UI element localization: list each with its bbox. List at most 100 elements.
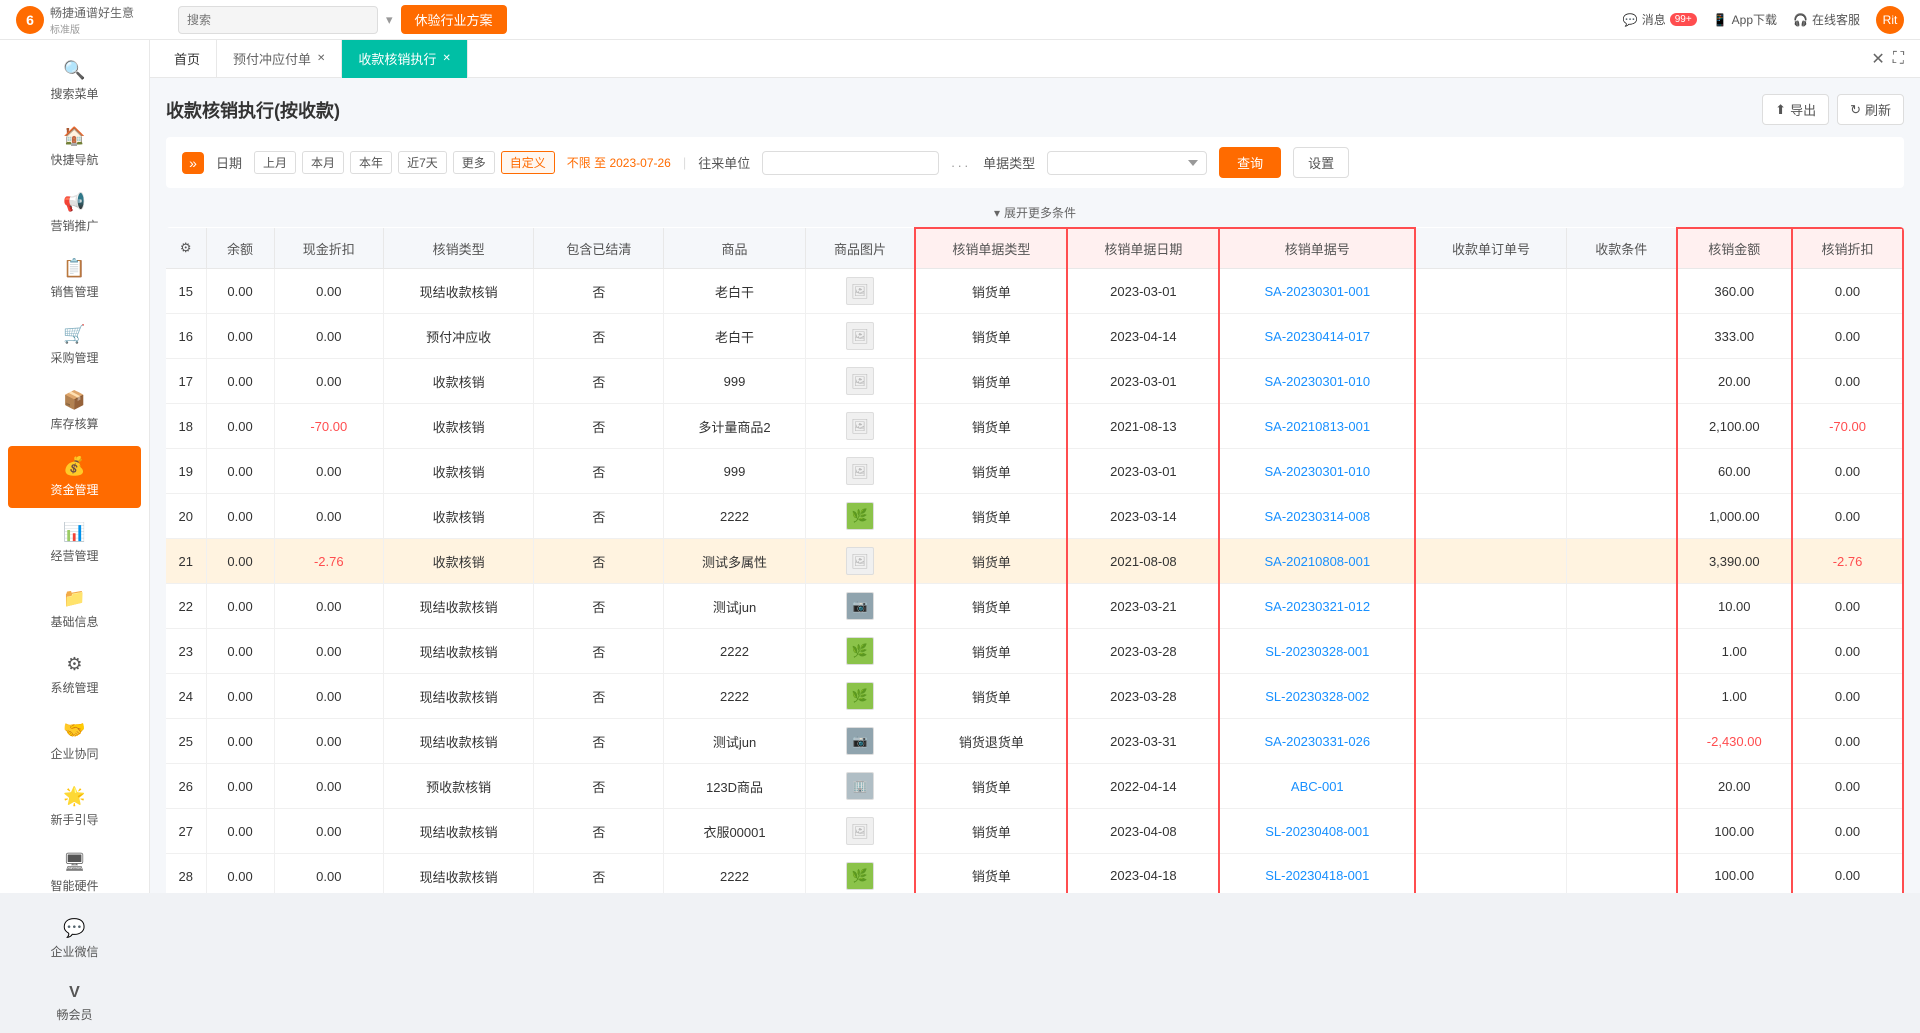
export-btn[interactable]: ⬆ 导出	[1762, 94, 1829, 125]
voucher-no-link[interactable]: SA-20230301-001	[1265, 284, 1371, 299]
refresh-btn[interactable]: ↻ 刷新	[1837, 94, 1904, 125]
voucher-no-link[interactable]: SA-20230301-010	[1265, 464, 1371, 479]
user-avatar[interactable]: Rit	[1876, 6, 1904, 34]
ellipsis: ...	[951, 155, 971, 170]
voucher-type-select[interactable]	[1047, 151, 1207, 175]
voucher-no-link[interactable]: SA-20210808-001	[1265, 554, 1371, 569]
sidebar-item-member[interactable]: V 畅会员	[8, 974, 141, 1033]
sidebar-item-wechat[interactable]: 💬 企业微信	[8, 908, 141, 970]
voucher-no-link[interactable]: SA-20230314-008	[1265, 509, 1371, 524]
message-icon: 💬	[1623, 13, 1638, 27]
topbar-center: ▾ 休验行业方案	[178, 5, 1611, 34]
row-no: 18	[166, 404, 206, 449]
sidebar-item-system[interactable]: ⚙ 系统管理	[8, 644, 141, 706]
sidebar-item-search[interactable]: 🔍 搜索菜单	[8, 50, 141, 112]
table-row[interactable]: 17 0.00 0.00 收款核销 否 999 🖼 销货单 2023-03-01…	[166, 359, 1903, 404]
sidebar-item-hardware[interactable]: 🖥 智能硬件	[8, 842, 141, 904]
voucher-no-link[interactable]: SA-20230331-026	[1265, 734, 1371, 749]
voucher-no-link[interactable]: ABC-001	[1291, 779, 1344, 794]
voucher-no-link[interactable]: SA-20210813-001	[1265, 419, 1371, 434]
expand-conditions-btn[interactable]: ▾ 展开更多条件	[994, 204, 1076, 221]
industry-btn[interactable]: 休验行业方案	[401, 5, 507, 34]
table-row[interactable]: 20 0.00 0.00 收款核销 否 2222 🌿 销货单 2023-03-1…	[166, 494, 1903, 539]
tab-prepay[interactable]: 预付冲应付单 ✕	[217, 40, 342, 78]
table-row[interactable]: 18 0.00 -70.00 收款核销 否 多计量商品2 🖼 销货单 2021-…	[166, 404, 1903, 449]
row-voucher-no[interactable]: SA-20230301-001	[1219, 269, 1415, 314]
filter-toggle-btn[interactable]: »	[182, 152, 204, 174]
partner-input[interactable]	[762, 151, 939, 175]
row-writeoff-discount: 0.00	[1792, 449, 1903, 494]
row-voucher-no[interactable]: SA-20230331-026	[1219, 719, 1415, 764]
row-voucher-no[interactable]: SA-20230414-017	[1219, 314, 1415, 359]
sidebar-item-sales[interactable]: 📋 销售管理	[8, 248, 141, 310]
maximize-btn[interactable]: ⛶	[1893, 50, 1904, 68]
row-voucher-no[interactable]: SL-20230418-001	[1219, 854, 1415, 894]
page-header: 收款核销执行(按收款) ⬆ 导出 ↻ 刷新	[166, 94, 1904, 125]
date-btn-last-month[interactable]: 上月	[254, 151, 296, 174]
filter-settings-btn[interactable]: 设置	[1293, 147, 1349, 178]
table-row[interactable]: 22 0.00 0.00 现结收款核销 否 测试jun 📷 销货单 2023-0…	[166, 584, 1903, 629]
sidebar-item-basic[interactable]: 📁 基础信息	[8, 578, 141, 640]
date-btn-more[interactable]: 更多	[453, 151, 495, 174]
collab-icon: 🤝	[63, 720, 85, 741]
row-writeoff-type: 收款核销	[383, 539, 534, 584]
row-voucher-no[interactable]: SA-20230321-012	[1219, 584, 1415, 629]
col-settings[interactable]: ⚙	[166, 228, 206, 269]
online-service-btn[interactable]: 🎧 在线客服	[1793, 11, 1860, 28]
tab-prepay-close[interactable]: ✕	[317, 53, 325, 64]
search-input[interactable]	[178, 6, 378, 34]
date-btn-this-month[interactable]: 本月	[302, 151, 344, 174]
row-voucher-no[interactable]: ABC-001	[1219, 764, 1415, 809]
row-voucher-no[interactable]: SA-20230301-010	[1219, 449, 1415, 494]
row-voucher-no[interactable]: SA-20230301-010	[1219, 359, 1415, 404]
row-voucher-no[interactable]: SL-20230328-002	[1219, 674, 1415, 719]
date-btn-custom[interactable]: 自定义	[501, 151, 555, 174]
sidebar-item-collab[interactable]: 🤝 企业协同	[8, 710, 141, 772]
table-row[interactable]: 28 0.00 0.00 现结收款核销 否 2222 🌿 销货单 2023-04…	[166, 854, 1903, 894]
date-group: 上月 本月 本年 近7天 更多 自定义	[254, 151, 555, 174]
table-row[interactable]: 15 0.00 0.00 现结收款核销 否 老白干 🖼 销货单 2023-03-…	[166, 269, 1903, 314]
row-writeoff-amount: 20.00	[1677, 359, 1793, 404]
table-row[interactable]: 16 0.00 0.00 预付冲应收 否 老白干 🖼 销货单 2023-04-1…	[166, 314, 1903, 359]
voucher-no-link[interactable]: SL-20230328-001	[1265, 644, 1369, 659]
sidebar-item-quicknav[interactable]: 🏠 快捷导航	[8, 116, 141, 178]
sidebar-item-purchase[interactable]: 🛒 采购管理	[8, 314, 141, 376]
row-receipt-order-no	[1415, 629, 1566, 674]
sidebar-item-operations[interactable]: 📊 经营管理	[8, 512, 141, 574]
tab-receipt-close[interactable]: ✕	[442, 53, 450, 64]
table-row[interactable]: 26 0.00 0.00 预收款核销 否 123D商品 🏢 销货单 2022-0…	[166, 764, 1903, 809]
row-voucher-no[interactable]: SA-20210813-001	[1219, 404, 1415, 449]
sidebar-item-guide[interactable]: 🌟 新手引导	[8, 776, 141, 838]
row-voucher-no[interactable]: SA-20210808-001	[1219, 539, 1415, 584]
row-voucher-report-type: 销货单	[915, 404, 1067, 449]
messages-btn[interactable]: 💬 消息 99+	[1623, 11, 1697, 28]
date-btn-7days[interactable]: 近7天	[398, 151, 447, 174]
voucher-no-link[interactable]: SA-20230301-010	[1265, 374, 1371, 389]
tab-receipt[interactable]: 收款核销执行 ✕	[342, 40, 467, 78]
sidebar-label-sales: 销售管理	[50, 283, 98, 300]
sidebar-item-finance[interactable]: 💰 资金管理	[8, 446, 141, 508]
table-row[interactable]: 21 0.00 -2.76 收款核销 否 测试多属性 🖼 销货单 2021-08…	[166, 539, 1903, 584]
table-row[interactable]: 25 0.00 0.00 现结收款核销 否 测试jun 📷 销货退货单 2023…	[166, 719, 1903, 764]
voucher-no-link[interactable]: SL-20230408-001	[1265, 824, 1369, 839]
voucher-no-link[interactable]: SL-20230418-001	[1265, 868, 1369, 883]
date-btn-this-year[interactable]: 本年	[350, 151, 392, 174]
row-voucher-no[interactable]: SL-20230408-001	[1219, 809, 1415, 854]
table-row[interactable]: 24 0.00 0.00 现结收款核销 否 2222 🌿 销货单 2023-03…	[166, 674, 1903, 719]
row-writeoff-amount: 2,100.00	[1677, 404, 1793, 449]
table-row[interactable]: 23 0.00 0.00 现结收款核销 否 2222 🌿 销货单 2023-03…	[166, 629, 1903, 674]
sidebar-item-marketing[interactable]: 📢 营销推广	[8, 182, 141, 244]
row-voucher-no[interactable]: SL-20230328-001	[1219, 629, 1415, 674]
voucher-no-link[interactable]: SL-20230328-002	[1265, 689, 1369, 704]
app-download-btn[interactable]: 📱 App下载	[1713, 11, 1777, 28]
sidebar-item-inventory[interactable]: 📦 库存核算	[8, 380, 141, 442]
row-included: 否	[534, 809, 664, 854]
voucher-no-link[interactable]: SA-20230414-017	[1265, 329, 1371, 344]
row-voucher-no[interactable]: SA-20230314-008	[1219, 494, 1415, 539]
table-row[interactable]: 19 0.00 0.00 收款核销 否 999 🖼 销货单 2023-03-01…	[166, 449, 1903, 494]
voucher-no-link[interactable]: SA-20230321-012	[1265, 599, 1371, 614]
table-row[interactable]: 27 0.00 0.00 现结收款核销 否 衣服00001 🖼 销货单 2023…	[166, 809, 1903, 854]
search-btn[interactable]: 查询	[1219, 147, 1281, 178]
close-window-btn[interactable]: ✕	[1871, 49, 1884, 69]
tab-home[interactable]: 首页	[158, 40, 217, 78]
